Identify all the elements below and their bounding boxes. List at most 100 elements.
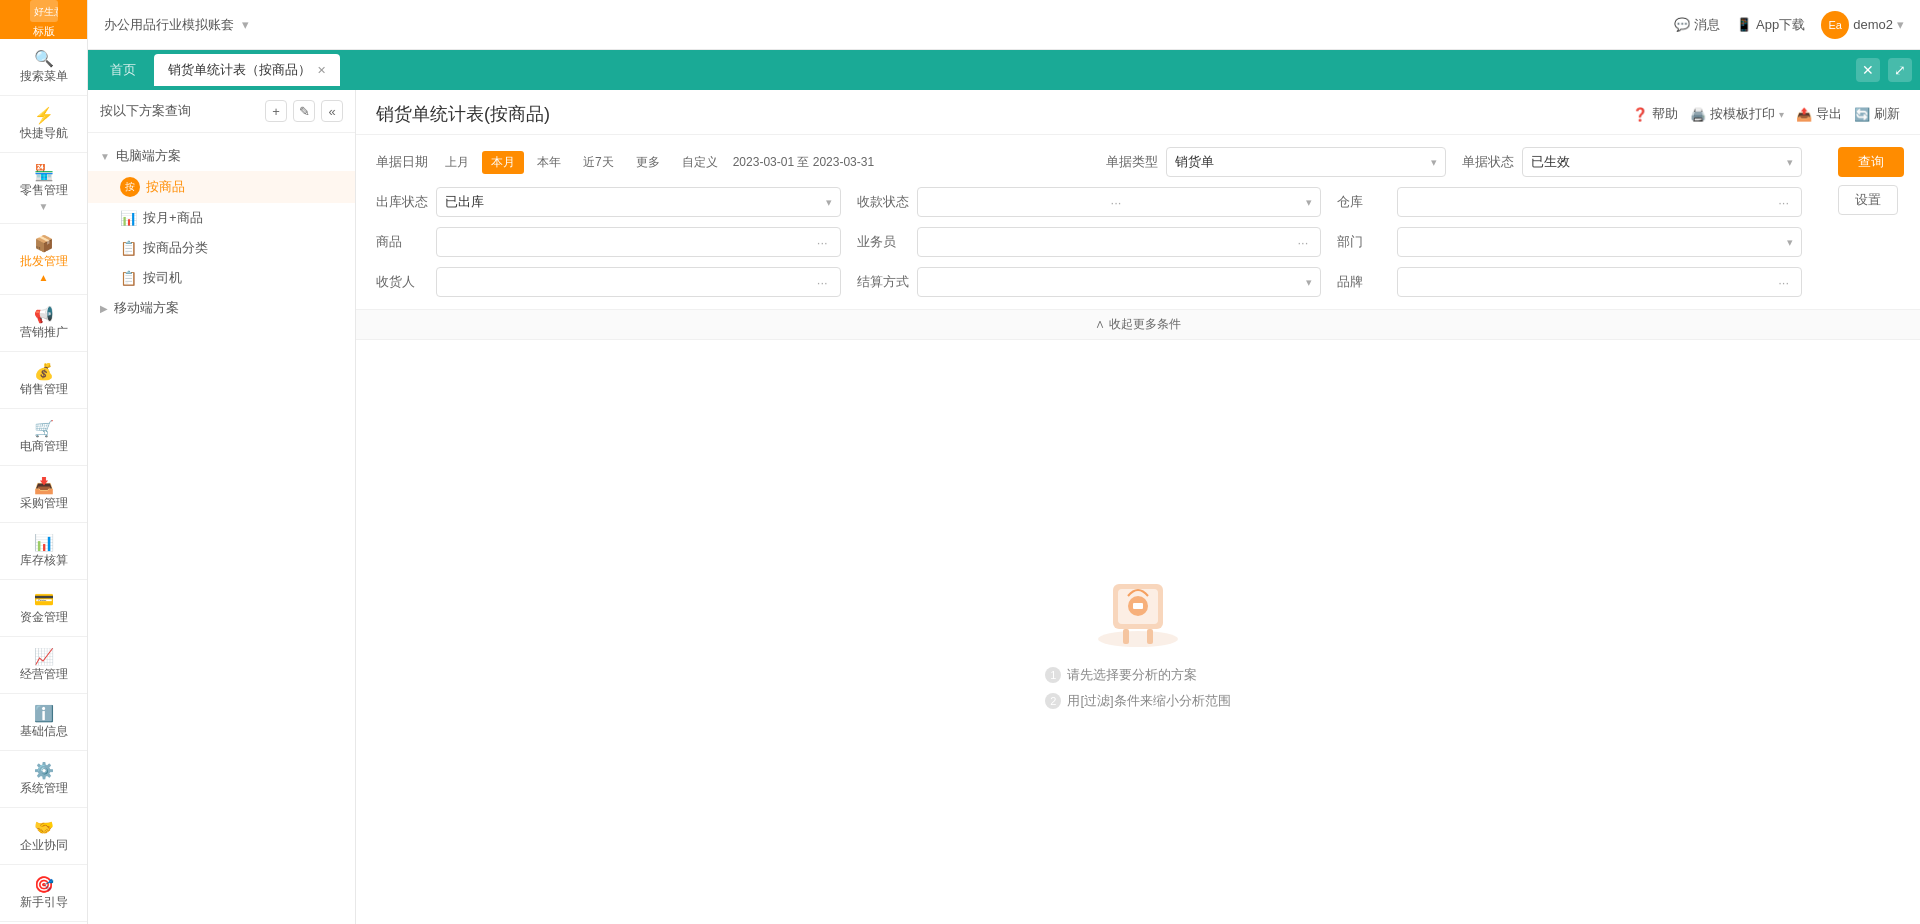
sidebar-item-system[interactable]: ⚙️ 系统管理: [0, 751, 87, 808]
filter-item-date: 单据日期 上月 本月 本年 近7天 更多 自定义 20: [376, 151, 1090, 174]
payment-status-label: 收款状态: [857, 193, 909, 211]
warehouse-label: 仓库: [1337, 193, 1389, 211]
breadcrumb-dropdown-icon[interactable]: ▾: [242, 17, 249, 32]
tree-group-desktop-label: 电脑端方案: [116, 147, 181, 165]
date-tab-this-month[interactable]: 本月: [482, 151, 524, 174]
filter-item-consignee: 收货人 ···: [376, 267, 841, 297]
collapse-row[interactable]: ∧ 收起更多条件: [356, 310, 1920, 340]
tree-child-by-driver[interactable]: 📋 按司机: [88, 263, 355, 293]
sidebar-item-basic[interactable]: ℹ️ 基础信息: [0, 694, 87, 751]
app-download-label: App下载: [1756, 16, 1805, 34]
doc-status-label: 单据状态: [1462, 153, 1514, 171]
warehouse-control[interactable]: ···: [1397, 187, 1802, 217]
date-tab-custom[interactable]: 自定义: [673, 151, 727, 174]
payment-status-dropdown-icon: ▾: [1306, 196, 1312, 209]
filter-item-doc-status: 单据状态 已生效 ▾: [1462, 147, 1802, 177]
guide-icon: 🎯: [4, 875, 83, 894]
sidebar-item-collab[interactable]: 🤝 企业协同: [0, 808, 87, 865]
tab-sales-stats-label: 销货单统计表（按商品）: [168, 61, 311, 79]
svg-rect-7: [1123, 629, 1129, 644]
goods-dots[interactable]: ···: [813, 235, 832, 250]
app-download-button[interactable]: 📱 App下载: [1736, 16, 1805, 34]
marketing-icon: 📢: [4, 305, 83, 324]
doc-type-control[interactable]: 销货单 ▾: [1166, 147, 1446, 177]
sidebar-item-ecommerce[interactable]: 🛒 电商管理: [0, 409, 87, 466]
message-button[interactable]: 💬 消息: [1674, 16, 1720, 34]
wholesale-icon: 📦: [4, 234, 83, 253]
consignee-label: 收货人: [376, 273, 428, 291]
print-button[interactable]: 🖨️ 按模板打印 ▾: [1690, 105, 1784, 123]
export-icon: 📤: [1796, 107, 1812, 122]
sidebar-item-operations[interactable]: 📈 经营管理: [0, 637, 87, 694]
sales-icon: 💰: [4, 362, 83, 381]
right-panel: 销货单统计表(按商品) ❓ 帮助 🖨️ 按模板打印 ▾ 📤 导出: [356, 90, 1920, 924]
reset-button[interactable]: 设置: [1838, 185, 1898, 215]
print-dropdown-icon: ▾: [1779, 109, 1784, 120]
page-title-row: 销货单统计表(按商品) ❓ 帮助 🖨️ 按模板打印 ▾ 📤 导出: [356, 90, 1920, 135]
warehouse-dots[interactable]: ···: [1774, 195, 1793, 210]
sidebar-item-quicknav[interactable]: ⚡ 快捷导航: [0, 96, 87, 153]
department-label: 部门: [1337, 233, 1389, 251]
payment-status-control[interactable]: ··· ▾: [917, 187, 1322, 217]
consignee-control[interactable]: ···: [436, 267, 841, 297]
doc-type-label: 单据类型: [1106, 153, 1158, 171]
add-scheme-button[interactable]: +: [265, 100, 287, 122]
brand-control[interactable]: ···: [1397, 267, 1802, 297]
inventory-icon: 📊: [4, 533, 83, 552]
user-menu[interactable]: Ea demo2 ▾: [1821, 11, 1904, 39]
svg-rect-6: [1133, 603, 1143, 609]
sidebar-item-guide[interactable]: 🎯 新手引导: [0, 865, 87, 922]
finance-icon: 💳: [4, 590, 83, 609]
date-tab-7days[interactable]: 近7天: [574, 151, 623, 174]
salesperson-control[interactable]: ···: [917, 227, 1322, 257]
print-icon: 🖨️: [1690, 107, 1706, 122]
collapse-panel-button[interactable]: «: [321, 100, 343, 122]
sidebar-item-finance[interactable]: 💳 资金管理: [0, 580, 87, 637]
out-status-dropdown-icon: ▾: [826, 196, 832, 209]
search-icon: 🔍: [4, 49, 83, 68]
sidebar-item-wholesale[interactable]: 📦 批发管理 ▲: [0, 224, 87, 295]
salesperson-dots[interactable]: ···: [1294, 235, 1313, 250]
tab-close-icon[interactable]: ✕: [317, 64, 326, 77]
goods-control[interactable]: ···: [436, 227, 841, 257]
department-control[interactable]: ▾: [1397, 227, 1802, 257]
date-tab-this-year[interactable]: 本年: [528, 151, 570, 174]
sidebar: 好生意 标版 🔍 搜索菜单 ⚡ 快捷导航 🏪 零售管理 ▼ 📦 批发管理 ▲ 📢…: [0, 0, 88, 924]
tree-child-by-month-goods[interactable]: 📊 按月+商品: [88, 203, 355, 233]
tab-minimize-button[interactable]: ✕: [1856, 58, 1880, 82]
help-button[interactable]: ❓ 帮助: [1632, 105, 1678, 123]
sidebar-item-retail[interactable]: 🏪 零售管理 ▼: [0, 153, 87, 224]
out-status-control[interactable]: 已出库 ▾: [436, 187, 841, 217]
date-tab-more[interactable]: 更多: [627, 151, 669, 174]
tree-group-mobile[interactable]: ▶ 移动端方案: [88, 293, 355, 323]
export-button[interactable]: 📤 导出: [1796, 105, 1842, 123]
sidebar-item-search[interactable]: 🔍 搜索菜单: [0, 39, 87, 96]
sidebar-item-sales[interactable]: 💰 销售管理: [0, 352, 87, 409]
settlement-control[interactable]: ▾: [917, 267, 1322, 297]
tab-expand-button[interactable]: ⤢: [1888, 58, 1912, 82]
refresh-button[interactable]: 🔄 刷新: [1854, 105, 1900, 123]
payment-status-dots[interactable]: ···: [1107, 195, 1126, 210]
tree-child-by-goods[interactable]: 按 按商品: [88, 171, 355, 203]
tree-group-desktop[interactable]: ▼ 电脑端方案: [88, 141, 355, 171]
sidebar-item-marketing[interactable]: 📢 营销推广: [0, 295, 87, 352]
tree-child-label: 按月+商品: [143, 209, 203, 227]
page-actions: ❓ 帮助 🖨️ 按模板打印 ▾ 📤 导出 🔄 刷新: [1632, 105, 1900, 123]
app-logo[interactable]: 好生意 标版: [0, 0, 87, 39]
tab-home[interactable]: 首页: [96, 54, 150, 86]
date-tab-last-month[interactable]: 上月: [436, 151, 478, 174]
tab-bar-actions: ✕ ⤢: [1856, 58, 1912, 82]
date-label: 单据日期: [376, 153, 428, 171]
sidebar-item-inventory[interactable]: 📊 库存核算: [0, 523, 87, 580]
tree-child-by-category[interactable]: 📋 按商品分类: [88, 233, 355, 263]
collapse-text: ∧ 收起更多条件: [1095, 317, 1180, 331]
doc-status-control[interactable]: 已生效 ▾: [1522, 147, 1802, 177]
query-button[interactable]: 查询: [1838, 147, 1904, 177]
tab-sales-stats[interactable]: 销货单统计表（按商品） ✕: [154, 54, 340, 86]
brand-dots[interactable]: ···: [1774, 275, 1793, 290]
consignee-dots[interactable]: ···: [813, 275, 832, 290]
svg-text:好生意: 好生意: [34, 6, 58, 17]
edit-scheme-button[interactable]: ✎: [293, 100, 315, 122]
doc-type-dropdown-icon: ▾: [1431, 156, 1437, 169]
sidebar-item-purchase[interactable]: 📥 采购管理: [0, 466, 87, 523]
